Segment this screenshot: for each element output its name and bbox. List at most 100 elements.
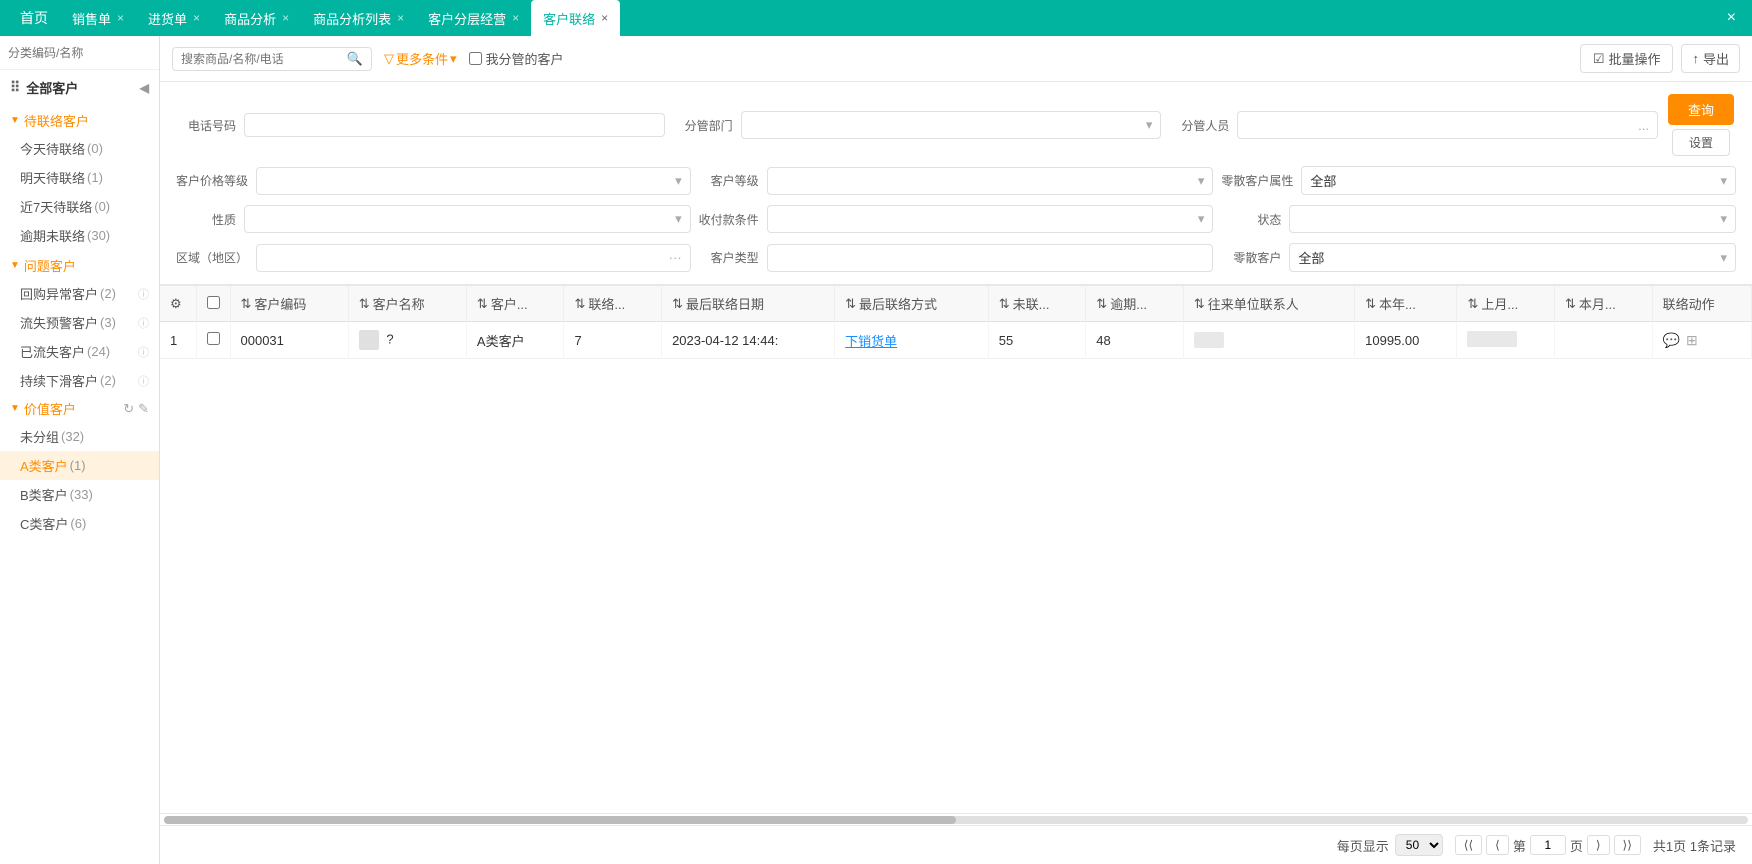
- scrollbar-thumb[interactable]: [164, 816, 956, 824]
- prev-page-btn[interactable]: ⟨: [1486, 835, 1509, 855]
- sidebar-item-7days[interactable]: 近7天待联络 (0): [0, 192, 159, 221]
- nav-tab-analysis-list[interactable]: 商品分析列表 ×: [301, 0, 416, 36]
- sidebar-item-churned[interactable]: 已流失客户 (24) ⓘ: [0, 337, 159, 366]
- row-checkbox[interactable]: [207, 332, 220, 345]
- th-cm-sort-icon[interactable]: ⇅: [1565, 296, 1576, 312]
- arrow-down-icon3: ▼: [10, 403, 20, 414]
- sidebar-item-class-b[interactable]: B类客户 (33): [0, 480, 159, 509]
- th-lcd-sort-icon[interactable]: ⇅: [672, 296, 683, 312]
- page-input[interactable]: [1530, 835, 1566, 855]
- nav-tab-analysis[interactable]: 商品分析 ×: [212, 0, 301, 36]
- payment-select[interactable]: ▾: [767, 205, 1214, 233]
- th-cc-sort-icon[interactable]: ⇅: [574, 296, 585, 312]
- close-tab-purchase[interactable]: ×: [193, 11, 200, 25]
- main-search-icon[interactable]: 🔍: [347, 51, 363, 67]
- nav-tab-purchase[interactable]: 进货单 ×: [136, 0, 212, 36]
- th-ctype-sort-icon[interactable]: ⇅: [477, 296, 488, 312]
- filter-manager: 分管人员 ...: [1169, 111, 1658, 139]
- customer-level-select[interactable]: ▾: [767, 167, 1214, 195]
- price-level-select[interactable]: ▾: [256, 167, 691, 195]
- th-nc-sort-icon[interactable]: ⇅: [999, 296, 1010, 312]
- per-page-select[interactable]: 50: [1395, 834, 1443, 856]
- cell-code: 000031: [230, 322, 348, 359]
- close-tab-analysis[interactable]: ×: [282, 11, 289, 25]
- sidebar-item-unclassified[interactable]: 未分组 (32): [0, 422, 159, 451]
- cell-checkbox[interactable]: [196, 322, 230, 359]
- last-page-btn[interactable]: ⟩⟩: [1614, 835, 1641, 855]
- chevron-down-icon: ▾: [450, 51, 457, 67]
- nature-select[interactable]: ▾: [244, 205, 691, 233]
- manager-select[interactable]: ...: [1237, 111, 1658, 139]
- sidebar-item-class-a[interactable]: A类客户 (1): [0, 451, 159, 480]
- sidebar-item-tomorrow[interactable]: 明天待联络 (1): [0, 163, 159, 192]
- settings-button[interactable]: 设置: [1672, 129, 1730, 156]
- phone-input[interactable]: [244, 113, 665, 137]
- main-search-input[interactable]: [181, 52, 347, 66]
- sidebar-item-churn-warning[interactable]: 流失预警客户 (3) ⓘ: [0, 308, 159, 337]
- horizontal-scrollbar[interactable]: [160, 813, 1752, 825]
- cell-not-contacted: 55: [988, 322, 1086, 359]
- my-customers-checkbox[interactable]: 我分管的客户: [469, 49, 564, 68]
- query-button[interactable]: 查询: [1668, 94, 1734, 125]
- region-select[interactable]: ···: [256, 244, 691, 272]
- th-lcm-sort-icon[interactable]: ⇅: [845, 296, 856, 312]
- sidebar-all-customers[interactable]: ⠿ 全部客户 ◀: [0, 70, 159, 105]
- value-group-actions: ↻ ✎: [123, 401, 149, 417]
- scatter-customer-select[interactable]: 全部 ▾: [1289, 243, 1736, 272]
- cell-overdue: 48: [1086, 322, 1184, 359]
- filter-right-actions: ☑ 批量操作 ↑ 导出: [1580, 44, 1740, 73]
- close-tab-sales[interactable]: ×: [117, 11, 124, 25]
- sidebar-item-repurchase-abnormal[interactable]: 回购异常客户 (2) ⓘ: [0, 279, 159, 308]
- sidebar-item-overdue[interactable]: 逾期未联络 (30): [0, 221, 159, 250]
- th-code-sort-icon[interactable]: ⇅: [241, 296, 252, 312]
- select-all-checkbox[interactable]: [207, 296, 220, 309]
- next-page-btn[interactable]: ⟩: [1587, 835, 1610, 855]
- filter-actions-col: 查询 设置: [1666, 94, 1736, 156]
- gear-icon[interactable]: ⚙: [170, 296, 182, 312]
- close-tab-customer-tier[interactable]: ×: [512, 11, 519, 25]
- refresh-icon[interactable]: ↻: [123, 401, 134, 417]
- th-uc-sort-icon[interactable]: ⇅: [1194, 296, 1205, 312]
- my-customers-check[interactable]: [469, 52, 482, 65]
- nav-home[interactable]: 首页: [8, 0, 60, 36]
- cell-last-contact-method[interactable]: 下销货单: [835, 322, 989, 359]
- nav-tab-customer-contact[interactable]: 客户联络 ×: [531, 0, 620, 36]
- customer-type-select[interactable]: [767, 244, 1214, 272]
- filter-nature: 性质 ▾: [176, 205, 691, 233]
- th-settings[interactable]: ⚙: [160, 286, 196, 322]
- filter-row-4: 区域（地区） ··· 客户类型 零散客户 全部 ▾: [176, 243, 1736, 272]
- scrollbar-track[interactable]: [164, 816, 1748, 824]
- sidebar-item-class-c[interactable]: C类客户 (6): [0, 509, 159, 538]
- sidebar-item-today[interactable]: 今天待联络 (0): [0, 134, 159, 163]
- status-select[interactable]: ▾: [1289, 205, 1736, 233]
- close-tab-analysis-list[interactable]: ×: [397, 11, 404, 25]
- th-checkbox[interactable]: [196, 286, 230, 322]
- message-icon[interactable]: 💬: [1663, 332, 1680, 349]
- collapse-icon[interactable]: ◀: [140, 81, 149, 95]
- th-cy-sort-icon[interactable]: ⇅: [1365, 296, 1376, 312]
- first-page-btn[interactable]: ⟨⟨: [1455, 835, 1482, 855]
- close-tab-customer-contact[interactable]: ×: [601, 11, 608, 25]
- sidebar-pending-group[interactable]: ▼ 待联络客户: [0, 105, 159, 134]
- th-name-sort-icon[interactable]: ⇅: [359, 296, 370, 312]
- th-current-month: ⇅ 本月...: [1555, 286, 1653, 322]
- batch-op-button[interactable]: ☑ 批量操作: [1580, 44, 1674, 73]
- th-od-sort-icon[interactable]: ⇅: [1096, 296, 1107, 312]
- sidebar-problem-group[interactable]: ▼ 问题客户: [0, 250, 159, 279]
- close-all-tabs[interactable]: ×: [1719, 9, 1744, 27]
- nav-tab-sales[interactable]: 销售单 ×: [60, 0, 136, 36]
- department-select[interactable]: ▾: [741, 111, 1162, 139]
- cell-current-month: [1555, 322, 1653, 359]
- th-lm-sort-icon[interactable]: ⇅: [1467, 296, 1478, 312]
- cell-action: 💬 ⊞: [1652, 322, 1751, 359]
- scatter-attr-select[interactable]: 全部 ▾: [1301, 166, 1736, 195]
- more-conditions-btn[interactable]: ▽ 更多条件 ▾: [384, 49, 457, 68]
- sidebar-search-input[interactable]: [8, 46, 160, 60]
- export-button[interactable]: ↑ 导出: [1681, 44, 1740, 73]
- sidebar-item-declining[interactable]: 持续下滑客户 (2) ⓘ: [0, 366, 159, 395]
- nav-tab-customer-tier[interactable]: 客户分层经营 ×: [416, 0, 531, 36]
- edit-icon[interactable]: ✎: [138, 401, 149, 417]
- filter-row-2: 客户价格等级 ▾ 客户等级 ▾ 零散客户属性 全部: [176, 166, 1736, 195]
- chevron-payment-icon: ▾: [1198, 211, 1205, 227]
- qr-icon[interactable]: ⊞: [1686, 332, 1698, 349]
